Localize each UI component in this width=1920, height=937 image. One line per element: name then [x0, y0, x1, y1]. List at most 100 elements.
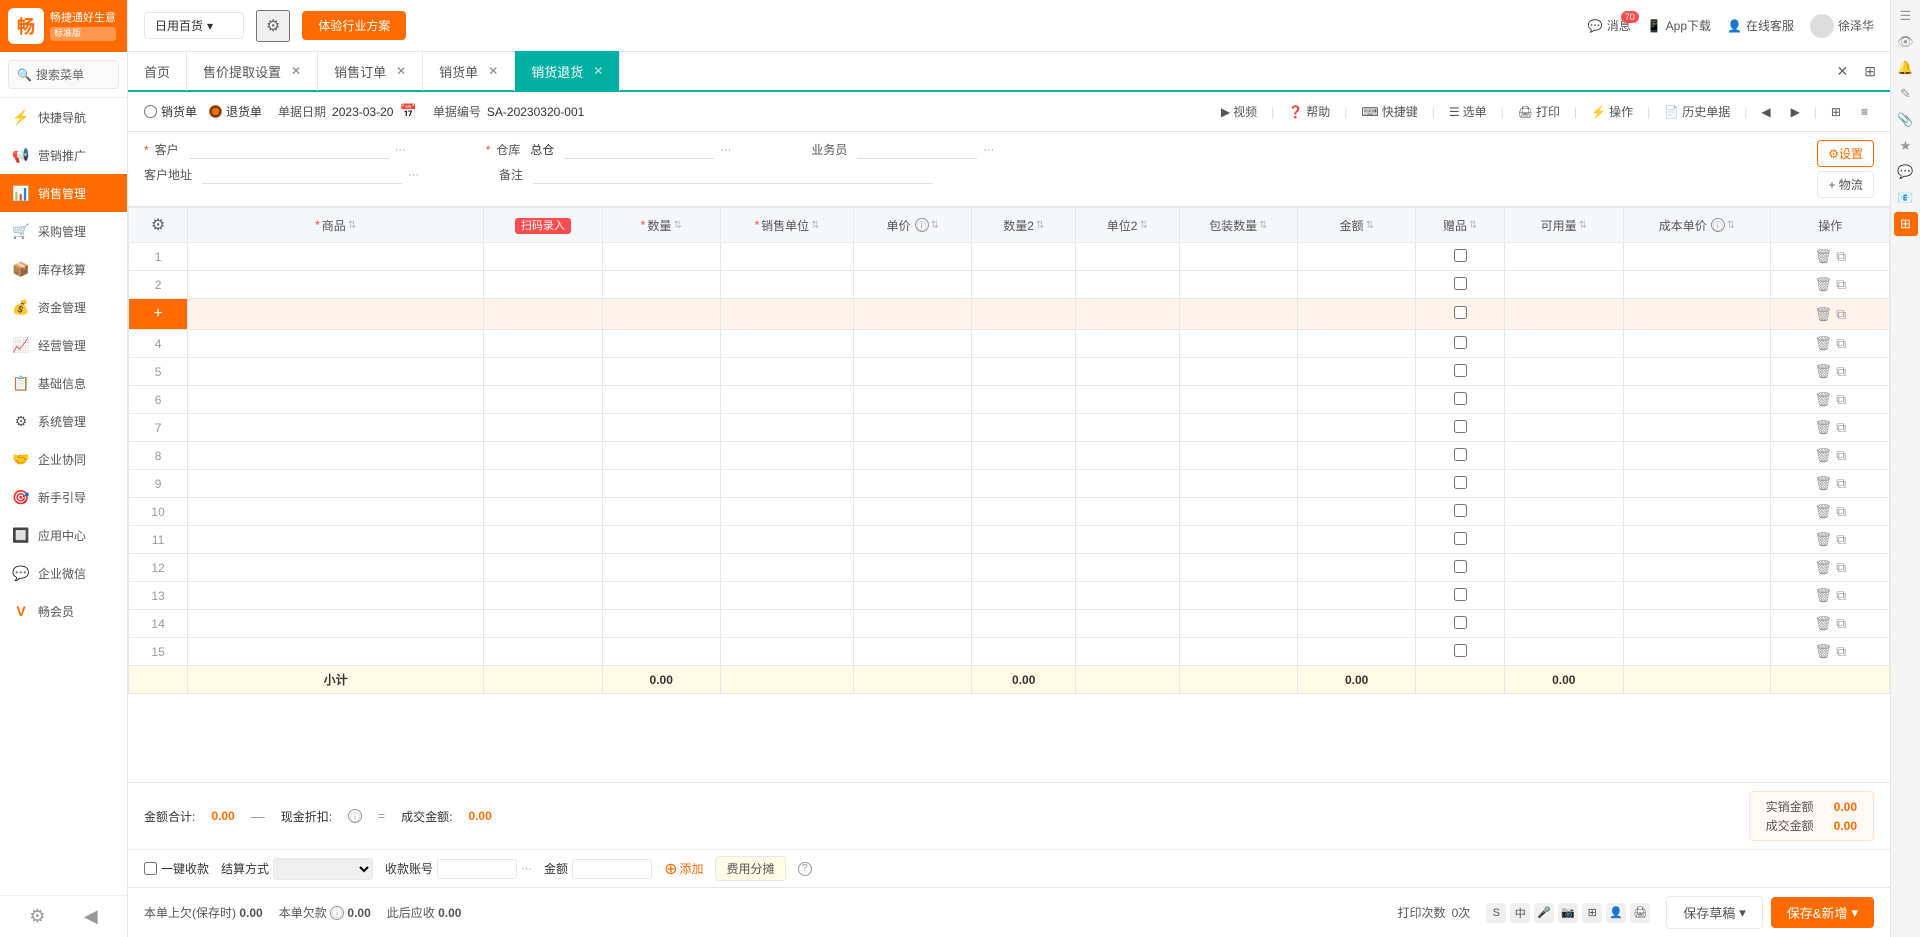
list-view-button[interactable]: ≡ [1855, 102, 1874, 122]
payment-amount-input[interactable] [572, 859, 652, 879]
delete-row-icon[interactable]: 🗑 [1814, 248, 1832, 265]
fee-split-button[interactable]: 费用分摊 [715, 856, 785, 881]
tab-close-sales-return[interactable]: ✕ [593, 64, 603, 78]
prev-record-button[interactable]: ◀ [1755, 102, 1776, 122]
remark-input[interactable] [533, 165, 933, 184]
select-bill-button[interactable]: ☰ 选单 [1443, 100, 1493, 123]
address-more-button[interactable]: ··· [408, 169, 419, 181]
delete-row-icon[interactable]: 🗑 [1814, 615, 1832, 632]
sidebar-item-marketing[interactable]: 📢 营销推广 [0, 136, 127, 174]
settings-side-button[interactable]: ⚙设置 [1817, 140, 1874, 167]
add-payment-button[interactable]: ⊕ 添加 [664, 859, 703, 879]
help-button[interactable]: ❓ 帮助 [1282, 100, 1336, 123]
copy-row-icon[interactable]: ⧉ [1836, 587, 1846, 604]
delete-row-icon[interactable]: 🗑 [1814, 475, 1832, 492]
available-qty-sort-icon[interactable]: ⇅ [1579, 220, 1587, 231]
copy-row-icon[interactable]: ⧉ [1836, 306, 1846, 323]
col-barcode-header[interactable]: 扫码录入 [484, 208, 602, 243]
account-input[interactable] [437, 859, 517, 879]
warehouse-input[interactable] [564, 140, 714, 159]
delete-row-icon[interactable]: 🗑 [1814, 276, 1832, 293]
gift-sort-icon[interactable]: ⇅ [1469, 220, 1477, 231]
delete-row-icon[interactable]: 🗑 [1814, 391, 1832, 408]
delete-row-icon[interactable]: 🗑 [1814, 643, 1832, 660]
shortcut-icon-3[interactable]: 🎤 [1534, 903, 1554, 923]
sidebar-item-enterprise-wechat[interactable]: 💬 企业微信 [0, 554, 127, 592]
barcode-scan-button[interactable]: 扫码录入 [515, 218, 571, 234]
product-cell[interactable] [188, 243, 484, 271]
warehouse-more-button[interactable]: ··· [720, 144, 731, 156]
sidebar-search[interactable]: 🔍 搜索菜单 [0, 52, 127, 98]
copy-row-icon[interactable]: ⧉ [1836, 391, 1846, 408]
shortcut-icon-7[interactable]: 🖨 [1630, 903, 1650, 923]
add-row-button[interactable]: + [148, 304, 168, 324]
sidebar-item-new-guide[interactable]: 🎯 新手引导 [0, 478, 127, 516]
online-service-button[interactable]: 👤 在线客服 [1727, 17, 1794, 34]
copy-row-icon[interactable]: ⧉ [1836, 475, 1846, 492]
customer-input[interactable] [189, 140, 389, 159]
tab-home[interactable]: 首页 [128, 51, 187, 91]
copy-row-icon[interactable]: ⧉ [1836, 363, 1846, 380]
unit-price-info-icon[interactable]: ⓘ [915, 218, 929, 232]
quantity-sort-icon[interactable]: ⇅ [673, 220, 681, 231]
sidebar-settings-button[interactable]: ⚙ [29, 906, 45, 927]
sidebar-item-app-center[interactable]: 🔲 应用中心 [0, 516, 127, 554]
copy-row-icon[interactable]: ⧉ [1836, 503, 1846, 520]
tab-action-close[interactable]: ✕ [1831, 59, 1855, 84]
shortcut-icon-6[interactable]: 👤 [1606, 903, 1626, 923]
right-sidebar-icon-9[interactable]: ⊞ [1894, 212, 1918, 236]
single-debt-info-icon[interactable]: ⓘ [330, 906, 344, 920]
tab-sale-price-settings[interactable]: 售价提取设置 ✕ [187, 51, 318, 91]
right-sidebar-icon-4[interactable]: ✎ [1894, 82, 1918, 106]
cost-price-info-icon[interactable]: ⓘ [1711, 218, 1725, 232]
customer-address-input[interactable] [202, 165, 402, 184]
settle-method-select[interactable] [273, 858, 373, 880]
tab-sales-delivery[interactable]: 销货单 ✕ [423, 51, 515, 91]
sidebar-item-quick-nav[interactable]: ⚡ 快捷导航 [0, 98, 127, 136]
tab-close-sales-delivery[interactable]: ✕ [488, 64, 498, 78]
sidebar-item-sales-mgmt[interactable]: 📊 销售管理 [0, 174, 127, 212]
product-sort-icon[interactable]: ⇅ [348, 220, 356, 231]
sidebar-item-basic-info[interactable]: 📋 基础信息 [0, 364, 127, 402]
customer-more-button[interactable]: ··· [395, 144, 406, 156]
right-sidebar-icon-7[interactable]: 💬 [1894, 160, 1918, 184]
unit-price-sort-icon[interactable]: ⇅ [931, 220, 939, 231]
amount-sort-icon[interactable]: ⇅ [1365, 220, 1373, 231]
copy-row-icon[interactable]: ⧉ [1836, 335, 1846, 352]
salesperson-more-button[interactable]: ··· [983, 144, 994, 156]
delete-row-icon[interactable]: 🗑 [1814, 503, 1832, 520]
tab-sales-order[interactable]: 销售订单 ✕ [318, 51, 423, 91]
right-sidebar-icon-6[interactable]: ★ [1894, 134, 1918, 158]
save-draft-button[interactable]: 保存草稿 ▾ [1666, 896, 1763, 929]
add-row-cell[interactable]: + [129, 299, 188, 330]
operation-button[interactable]: ⚡ 操作 [1585, 100, 1639, 123]
right-sidebar-icon-3[interactable]: 🔔 [1894, 56, 1918, 80]
right-sidebar-icon-8[interactable]: 📧 [1894, 186, 1918, 210]
delete-row-icon[interactable]: 🗑 [1814, 447, 1832, 464]
shortcut-icon-4[interactable]: 📷 [1558, 903, 1578, 923]
cash-discount-info-icon[interactable]: ⓘ [348, 809, 362, 823]
tab-action-expand[interactable]: ⊞ [1858, 59, 1882, 84]
cost-price-sort-icon[interactable]: ⇅ [1727, 220, 1735, 231]
right-sidebar-icon-2[interactable]: 👁 [1894, 30, 1918, 54]
message-button[interactable]: 💬 消息 70 [1588, 17, 1631, 34]
delete-row-icon[interactable]: 🗑 [1814, 363, 1832, 380]
delete-row-icon[interactable]: 🗑 [1814, 559, 1832, 576]
sidebar-item-operations[interactable]: 📈 经营管理 [0, 326, 127, 364]
sidebar-item-vip-member[interactable]: V 畅会员 [0, 592, 127, 630]
next-record-button[interactable]: ▶ [1785, 102, 1806, 122]
package-qty-cell[interactable] [1179, 243, 1297, 271]
save-new-dropdown-icon[interactable]: ▾ [1851, 905, 1858, 921]
table-settings-icon[interactable]: ⚙ [151, 217, 165, 234]
copy-row-icon[interactable]: ⧉ [1836, 643, 1846, 660]
one-click-payment-checkbox[interactable]: 一键收款 [144, 860, 209, 877]
sales-unit-sort-icon[interactable]: ⇅ [811, 220, 819, 231]
radio-return-bill[interactable]: 退货单 [209, 103, 262, 120]
copy-row-icon[interactable]: ⧉ [1836, 419, 1846, 436]
sidebar-collapse-button[interactable]: ◀ [84, 906, 98, 927]
delete-row-icon[interactable]: 🗑 [1814, 531, 1832, 548]
copy-row-icon[interactable]: ⧉ [1836, 447, 1846, 464]
unit2-sort-icon[interactable]: ⇅ [1139, 220, 1147, 231]
copy-row-icon[interactable]: ⧉ [1836, 531, 1846, 548]
col-settings-header[interactable]: ⚙ [129, 208, 188, 243]
